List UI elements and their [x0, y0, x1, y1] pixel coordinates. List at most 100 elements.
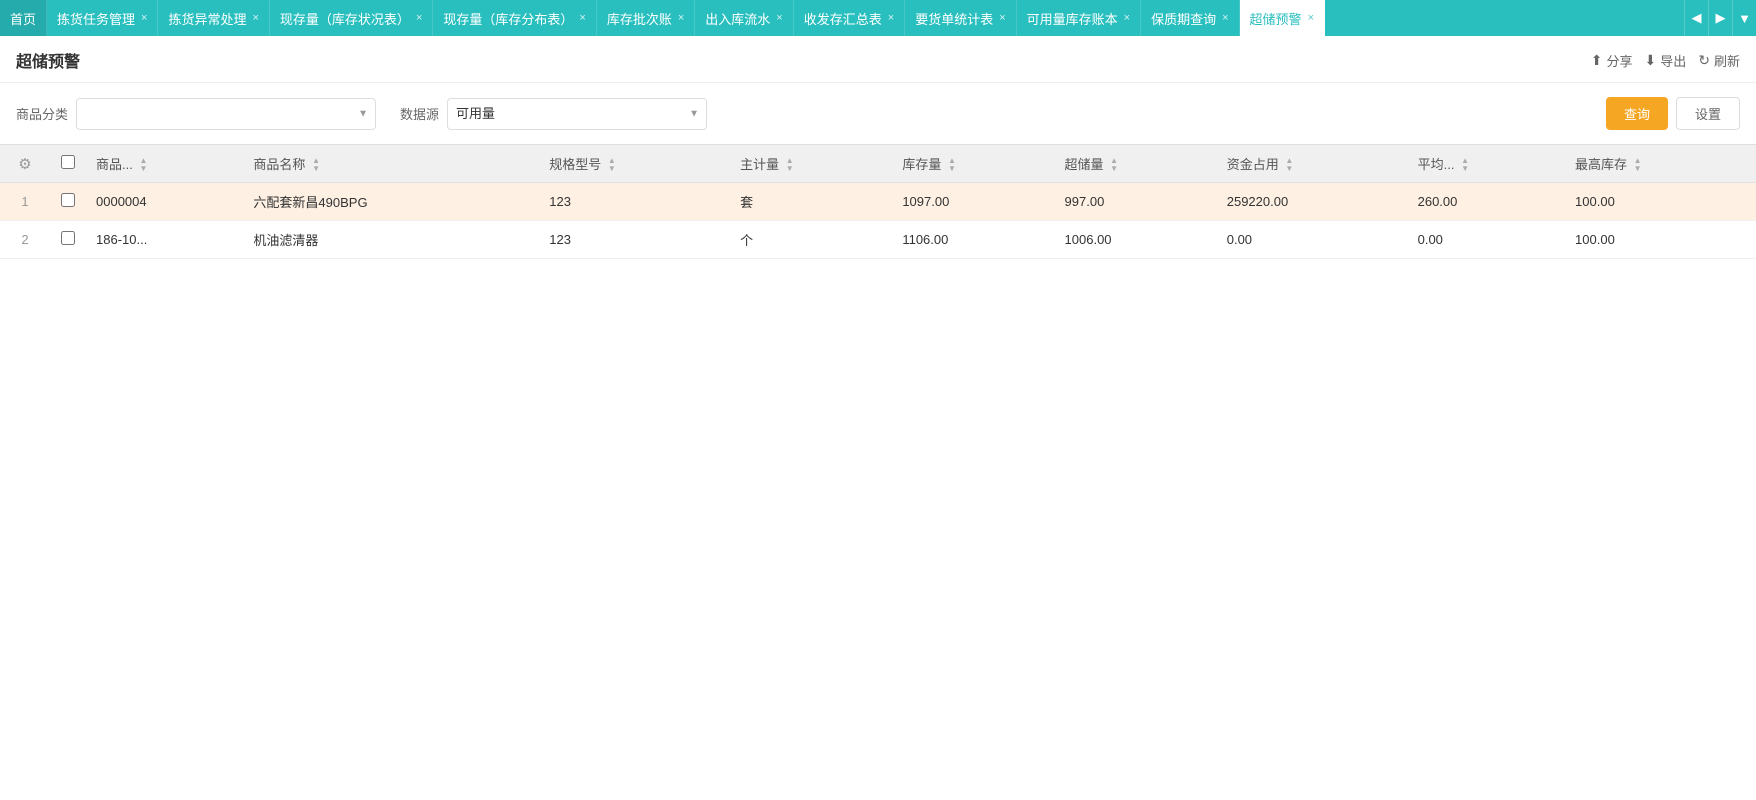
nav-arrows: ◀ ▶ ▼ — [1684, 0, 1756, 36]
col-header-unit[interactable]: 主计量 ▲ ▼ — [730, 145, 892, 183]
close-icon[interactable]: × — [141, 12, 147, 24]
col-settings[interactable]: ⚙ — [0, 145, 50, 183]
col-stock-label: 库存量 — [902, 157, 941, 172]
datasource-filter: 数据源 可用量 — [400, 98, 707, 130]
col-header-product-name[interactable]: 商品名称 ▲ ▼ — [243, 145, 539, 183]
col-header-max-stock[interactable]: 最高库存 ▲ ▼ — [1565, 145, 1756, 183]
close-icon[interactable]: × — [999, 12, 1005, 24]
close-icon[interactable]: × — [1124, 12, 1130, 24]
cell-spec: 123 — [539, 221, 730, 259]
select-all-checkbox[interactable] — [61, 155, 75, 169]
cell-seq: 2 — [0, 221, 50, 259]
cell-avg: 0.00 — [1408, 221, 1565, 259]
nav-item-收发存汇总表[interactable]: 收发存汇总表× — [794, 0, 905, 36]
sort-icons-overstock: ▲ ▼ — [1110, 157, 1118, 173]
nav-item-可用量库存账本[interactable]: 可用量库存账本× — [1017, 0, 1141, 36]
col-product-code-label: 商品... — [96, 157, 133, 172]
cell-stock: 1106.00 — [892, 221, 1054, 259]
cell-product-name: 机油滤清器 — [243, 221, 539, 259]
sort-icons-spec: ▲ ▼ — [608, 157, 616, 173]
nav-item-库存批次账[interactable]: 库存批次账× — [597, 0, 695, 36]
col-select-all[interactable] — [50, 145, 86, 183]
share-action[interactable]: ⬆ 分享 — [1591, 51, 1633, 70]
settings-button[interactable]: 设置 — [1676, 97, 1740, 130]
col-header-avg[interactable]: 平均... ▲ ▼ — [1408, 145, 1565, 183]
cell-unit: 套 — [730, 183, 892, 221]
cell-product-code: 0000004 — [86, 183, 243, 221]
page-header: 超储预警 ⬆ 分享 ⬇ 导出 ↻ 刷新 — [0, 36, 1756, 83]
nav-item-要货单统计表[interactable]: 要货单统计表× — [905, 0, 1016, 36]
filter-right-actions: 查询 设置 — [1606, 97, 1740, 130]
close-icon[interactable]: × — [252, 12, 258, 24]
col-overstock-label: 超储量 — [1065, 157, 1104, 172]
col-header-stock[interactable]: 库存量 ▲ ▼ — [892, 145, 1054, 183]
refresh-label: 刷新 — [1714, 51, 1740, 70]
table-row: 2186-10...机油滤清器123个1106.001006.000.000.0… — [0, 221, 1756, 259]
top-navigation: 首页拣货任务管理×拣货异常处理×现存量（库存状况表）×现存量（库存分布表）×库存… — [0, 0, 1756, 36]
filter-area: 商品分类 数据源 可用量 查询 设置 — [0, 83, 1756, 144]
nav-item-拣货异常处理[interactable]: 拣货异常处理× — [158, 0, 269, 36]
sort-icons-stock: ▲ ▼ — [948, 157, 956, 173]
nav-item-现存量库存分布表[interactable]: 现存量（库存分布表）× — [433, 0, 596, 36]
nav-item-现存量库存状况表[interactable]: 现存量（库存状况表）× — [270, 0, 433, 36]
page-content: 超储预警 ⬆ 分享 ⬇ 导出 ↻ 刷新 商品分类 — [0, 36, 1756, 800]
col-header-capital[interactable]: 资金占用 ▲ ▼ — [1217, 145, 1408, 183]
sort-icons-product-code: ▲ ▼ — [139, 157, 147, 173]
export-action[interactable]: ⬇ 导出 — [1645, 51, 1687, 70]
col-header-spec[interactable]: 规格型号 ▲ ▼ — [539, 145, 730, 183]
query-button[interactable]: 查询 — [1606, 97, 1668, 130]
col-avg-label: 平均... — [1418, 157, 1455, 172]
close-icon[interactable]: × — [416, 12, 422, 24]
export-icon: ⬇ — [1645, 52, 1657, 69]
export-label: 导出 — [1660, 51, 1686, 70]
datasource-select-wrap: 可用量 — [447, 98, 707, 130]
nav-prev-arrow[interactable]: ◀ — [1684, 0, 1708, 36]
row-checkbox[interactable] — [61, 193, 75, 207]
sort-icons-avg: ▲ ▼ — [1461, 157, 1469, 173]
category-label: 商品分类 — [16, 104, 68, 123]
row-checkbox[interactable] — [61, 231, 75, 245]
cell-max-stock: 100.00 — [1565, 221, 1756, 259]
col-spec-label: 规格型号 — [549, 157, 601, 172]
close-icon[interactable]: × — [678, 12, 684, 24]
cell-product-name: 六配套新昌490BPG — [243, 183, 539, 221]
cell-unit: 个 — [730, 221, 892, 259]
cell-avg: 260.00 — [1408, 183, 1565, 221]
nav-item-保质期查询[interactable]: 保质期查询× — [1141, 0, 1239, 36]
category-select[interactable] — [76, 98, 376, 130]
nav-menu-arrow[interactable]: ▼ — [1732, 0, 1756, 36]
cell-overstock: 997.00 — [1055, 183, 1217, 221]
cell-spec: 123 — [539, 183, 730, 221]
nav-item-首页[interactable]: 首页 — [0, 0, 47, 36]
close-icon[interactable]: × — [1222, 12, 1228, 24]
close-icon[interactable]: × — [776, 12, 782, 24]
close-icon[interactable]: × — [1308, 12, 1314, 24]
nav-next-arrow[interactable]: ▶ — [1708, 0, 1732, 36]
header-actions: ⬆ 分享 ⬇ 导出 ↻ 刷新 — [1591, 51, 1740, 70]
cell-product-code: 186-10... — [86, 221, 243, 259]
table-header-row: ⚙ 商品... ▲ ▼ 商品名称 — [0, 145, 1756, 183]
cell-capital: 0.00 — [1217, 221, 1408, 259]
sort-icons-unit: ▲ ▼ — [786, 157, 794, 173]
datasource-label: 数据源 — [400, 104, 439, 123]
col-header-product-code[interactable]: 商品... ▲ ▼ — [86, 145, 243, 183]
nav-item-超储预警[interactable]: 超储预警× — [1240, 0, 1325, 36]
sort-icons-capital: ▲ ▼ — [1285, 157, 1293, 173]
table-wrap: ⚙ 商品... ▲ ▼ 商品名称 — [0, 144, 1756, 259]
close-icon[interactable]: × — [579, 12, 585, 24]
cell-checkbox[interactable] — [50, 183, 86, 221]
datasource-select[interactable]: 可用量 — [447, 98, 707, 130]
col-header-overstock[interactable]: 超储量 ▲ ▼ — [1055, 145, 1217, 183]
cell-overstock: 1006.00 — [1055, 221, 1217, 259]
cell-checkbox[interactable] — [50, 221, 86, 259]
refresh-action[interactable]: ↻ 刷新 — [1698, 51, 1740, 70]
col-product-name-label: 商品名称 — [253, 157, 305, 172]
col-unit-label: 主计量 — [740, 157, 779, 172]
cell-seq: 1 — [0, 183, 50, 221]
share-label: 分享 — [1606, 51, 1632, 70]
data-table: ⚙ 商品... ▲ ▼ 商品名称 — [0, 144, 1756, 259]
close-icon[interactable]: × — [888, 12, 894, 24]
nav-item-拣货任务管理[interactable]: 拣货任务管理× — [47, 0, 158, 36]
gear-icon[interactable]: ⚙ — [18, 156, 31, 173]
nav-item-出入库流水[interactable]: 出入库流水× — [695, 0, 793, 36]
